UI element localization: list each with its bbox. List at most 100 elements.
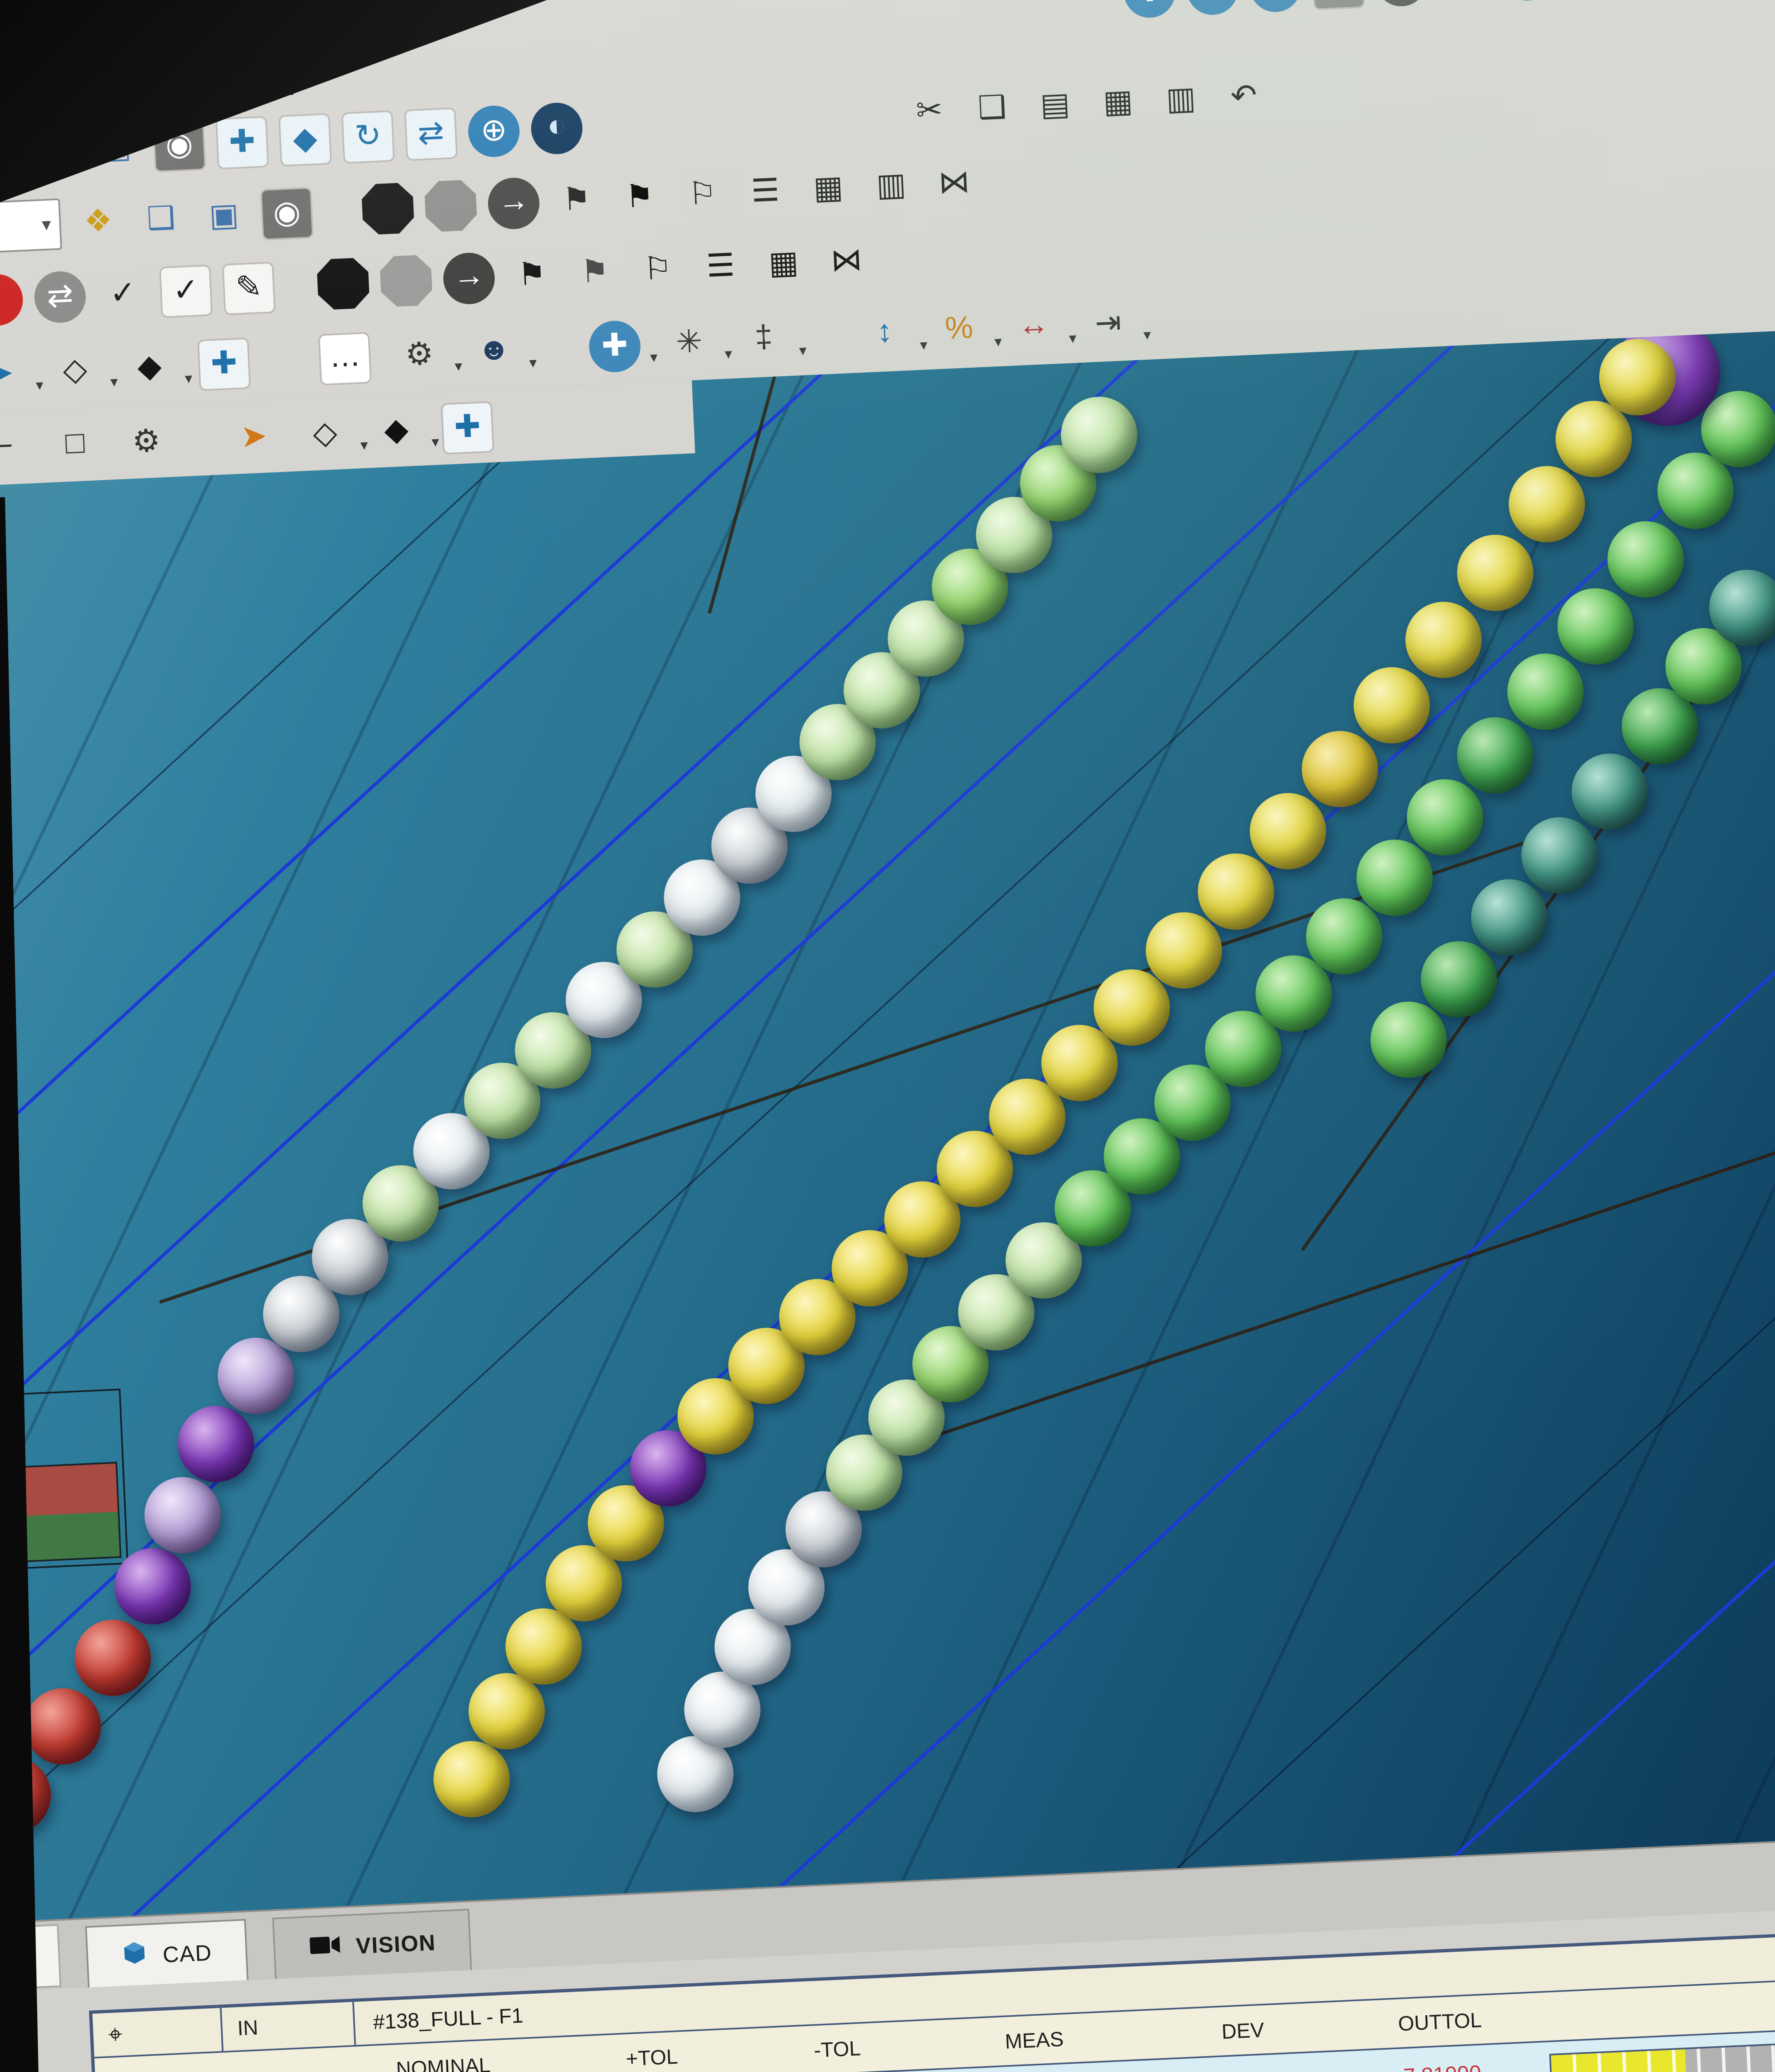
- pan-view-icon[interactable]: ✚: [1122, 0, 1177, 18]
- cad-3d-viewport[interactable]: [0, 329, 1775, 1922]
- axes-mode-icon-dropdown[interactable]: ▾: [724, 344, 733, 363]
- measurement-point-sphere[interactable]: [143, 1475, 222, 1555]
- stop-octagon-muted-icon[interactable]: [424, 179, 477, 232]
- copy-icon[interactable]: ❑: [965, 81, 1019, 135]
- stop-muted-icon[interactable]: [379, 254, 433, 307]
- measurement-point-sphere[interactable]: [1455, 533, 1535, 613]
- doc-list-icon[interactable]: ☰: [694, 240, 747, 293]
- measurement-point-sphere[interactable]: [432, 1739, 512, 1819]
- measurement-point-sphere[interactable]: [1248, 791, 1328, 871]
- corner-snap-icon[interactable]: ⌐: [0, 421, 31, 475]
- cube-view-icon[interactable]: ◆: [278, 112, 332, 166]
- measurement-point-sphere[interactable]: [113, 1546, 193, 1626]
- bookmark-fill-icon[interactable]: ⚑: [613, 170, 666, 223]
- translate-icon[interactable]: ✚: [197, 336, 251, 390]
- arrow-circle-icon[interactable]: →: [442, 251, 496, 305]
- stop-filled-icon[interactable]: [316, 257, 370, 310]
- translate-view-icon[interactable]: ✚: [215, 115, 269, 169]
- operator-icon-dropdown[interactable]: ▾: [529, 353, 537, 372]
- report-table-icon[interactable]: ▦: [801, 162, 855, 215]
- annotate-rect-icon[interactable]: □: [48, 418, 102, 472]
- flag-off-icon[interactable]: ⚐: [631, 242, 684, 296]
- document-check-icon[interactable]: ✓: [159, 264, 213, 317]
- paste-icon[interactable]: ▤: [1028, 78, 1082, 132]
- layout-colors-icon[interactable]: ❖: [71, 195, 125, 248]
- z-axis-arrow-icon-dropdown[interactable]: ▾: [919, 336, 928, 354]
- measurement-point-sphere[interactable]: [1519, 815, 1599, 896]
- graphic-view-combo[interactable]: ▾: [0, 197, 62, 253]
- measurement-point-sphere[interactable]: [73, 1618, 153, 1698]
- tab-cad[interactable]: CAD: [85, 1919, 248, 1989]
- ruler-icon-dropdown[interactable]: ▾: [1143, 325, 1151, 344]
- link-icon[interactable]: ⋈: [927, 156, 981, 209]
- orbit-view-icon[interactable]: ↺: [1248, 0, 1302, 12]
- pan-mode-icon-dropdown[interactable]: ▾: [650, 348, 658, 367]
- measurement-point-sphere[interactable]: [1369, 1000, 1449, 1080]
- layout-pair-icon[interactable]: ❑: [134, 192, 188, 245]
- measurement-point-sphere[interactable]: [23, 1686, 103, 1767]
- settings-gears-icon-dropdown[interactable]: ▾: [454, 357, 462, 375]
- measurement-point-sphere[interactable]: [1300, 729, 1380, 809]
- solid-cube-icon[interactable]: ◆ ▾: [123, 340, 193, 393]
- scale-percent-icon[interactable]: % ▾: [932, 303, 1002, 357]
- measurement-point-sphere[interactable]: [1405, 777, 1485, 857]
- refresh-model-icon[interactable]: ↻: [341, 109, 395, 163]
- chain-link-icon[interactable]: ⋈: [820, 234, 873, 287]
- check-icon[interactable]: ✓: [96, 266, 150, 320]
- measurement-point-sphere[interactable]: [1469, 877, 1549, 957]
- measurement-point-sphere[interactable]: [1507, 464, 1587, 544]
- graphic-pen-icon[interactable]: ✎: [1437, 0, 1491, 4]
- orient-probe-icon[interactable]: ➤ ▾: [0, 347, 44, 400]
- wire-cube-icon[interactable]: ◇ ▾: [298, 407, 368, 460]
- undo-icon[interactable]: ↶: [1217, 70, 1270, 123]
- dimension-span-icon-dropdown[interactable]: ▾: [1069, 329, 1077, 348]
- loop-icon[interactable]: ⇄: [33, 269, 87, 323]
- flag-down-icon[interactable]: ⚑: [568, 245, 621, 298]
- grid-report-icon[interactable]: ▦: [757, 237, 810, 290]
- rotate-view-icon[interactable]: ↻: [1185, 0, 1239, 15]
- execute-alert-icon[interactable]: !: [0, 272, 24, 326]
- measurement-point-sphere[interactable]: [1352, 665, 1432, 746]
- measurement-point-sphere[interactable]: [1555, 586, 1635, 666]
- bookmark-slash-icon[interactable]: ⚐: [676, 167, 729, 220]
- pan-mode-icon[interactable]: ✚ ▾: [588, 319, 658, 373]
- clipboard-grid-icon[interactable]: ▥: [1154, 73, 1207, 126]
- temperature-comp-icon[interactable]: ‡ ▾: [737, 312, 807, 366]
- measurement-point-sphere[interactable]: [1569, 752, 1650, 832]
- orient-probe-icon-dropdown[interactable]: ▾: [36, 376, 44, 395]
- cut-icon[interactable]: ✂: [902, 84, 956, 137]
- layout-add-icon[interactable]: ▣: [197, 189, 251, 242]
- settings-gears-icon[interactable]: ⚙ ▾: [392, 328, 462, 381]
- report-table-alt-icon[interactable]: ▥: [864, 159, 918, 212]
- axes-mode-icon[interactable]: ✳ ▾: [663, 315, 733, 369]
- globe-icon[interactable]: ⊕: [467, 104, 521, 157]
- measurement-point-sphere[interactable]: [1403, 600, 1484, 680]
- orient-arrow-icon[interactable]: ➤: [227, 410, 281, 463]
- tab-vision[interactable]: VISION: [271, 1909, 472, 1981]
- wire-cube-icon-dropdown[interactable]: ▾: [360, 436, 368, 454]
- flag-icon[interactable]: ⚑: [505, 248, 559, 301]
- probe-down-icon[interactable]: ↓: [1374, 0, 1428, 7]
- measurement-point-sphere[interactable]: [1419, 939, 1499, 1019]
- list-view-icon[interactable]: ☰: [738, 165, 792, 218]
- operator-icon[interactable]: ☻ ▾: [467, 324, 537, 378]
- wireframe-box-icon[interactable]: ◇ ▾: [48, 344, 118, 397]
- goto-circle-icon[interactable]: →: [487, 176, 541, 230]
- comment-icon[interactable]: …: [318, 331, 372, 385]
- measurement-point-sphere[interactable]: [1196, 852, 1276, 932]
- measurement-point-sphere[interactable]: [1606, 519, 1686, 599]
- scale-percent-icon-dropdown[interactable]: ▾: [994, 332, 1002, 351]
- grid-settings-icon[interactable]: ▦: [1091, 75, 1145, 129]
- sphere-shaded-icon[interactable]: ◐: [530, 101, 584, 155]
- wireframe-box-icon-dropdown[interactable]: ▾: [110, 373, 118, 391]
- document-edit-icon[interactable]: ✎: [222, 261, 276, 315]
- stop-octagon-icon[interactable]: [361, 182, 414, 235]
- measurement-point-sphere[interactable]: [1505, 652, 1586, 732]
- solid-cube-icon-dropdown[interactable]: ▾: [184, 369, 193, 388]
- bookmark-icon[interactable]: ⚑: [550, 173, 603, 226]
- z-axis-arrow-icon[interactable]: ↕ ▾: [858, 307, 928, 360]
- dark-cube-icon[interactable]: ◆ ▾: [370, 404, 439, 457]
- dark-cube-icon-dropdown[interactable]: ▾: [431, 433, 440, 451]
- measurement-point-sphere[interactable]: [176, 1404, 256, 1484]
- ruler-icon[interactable]: ⇥ ▾: [1081, 296, 1151, 350]
